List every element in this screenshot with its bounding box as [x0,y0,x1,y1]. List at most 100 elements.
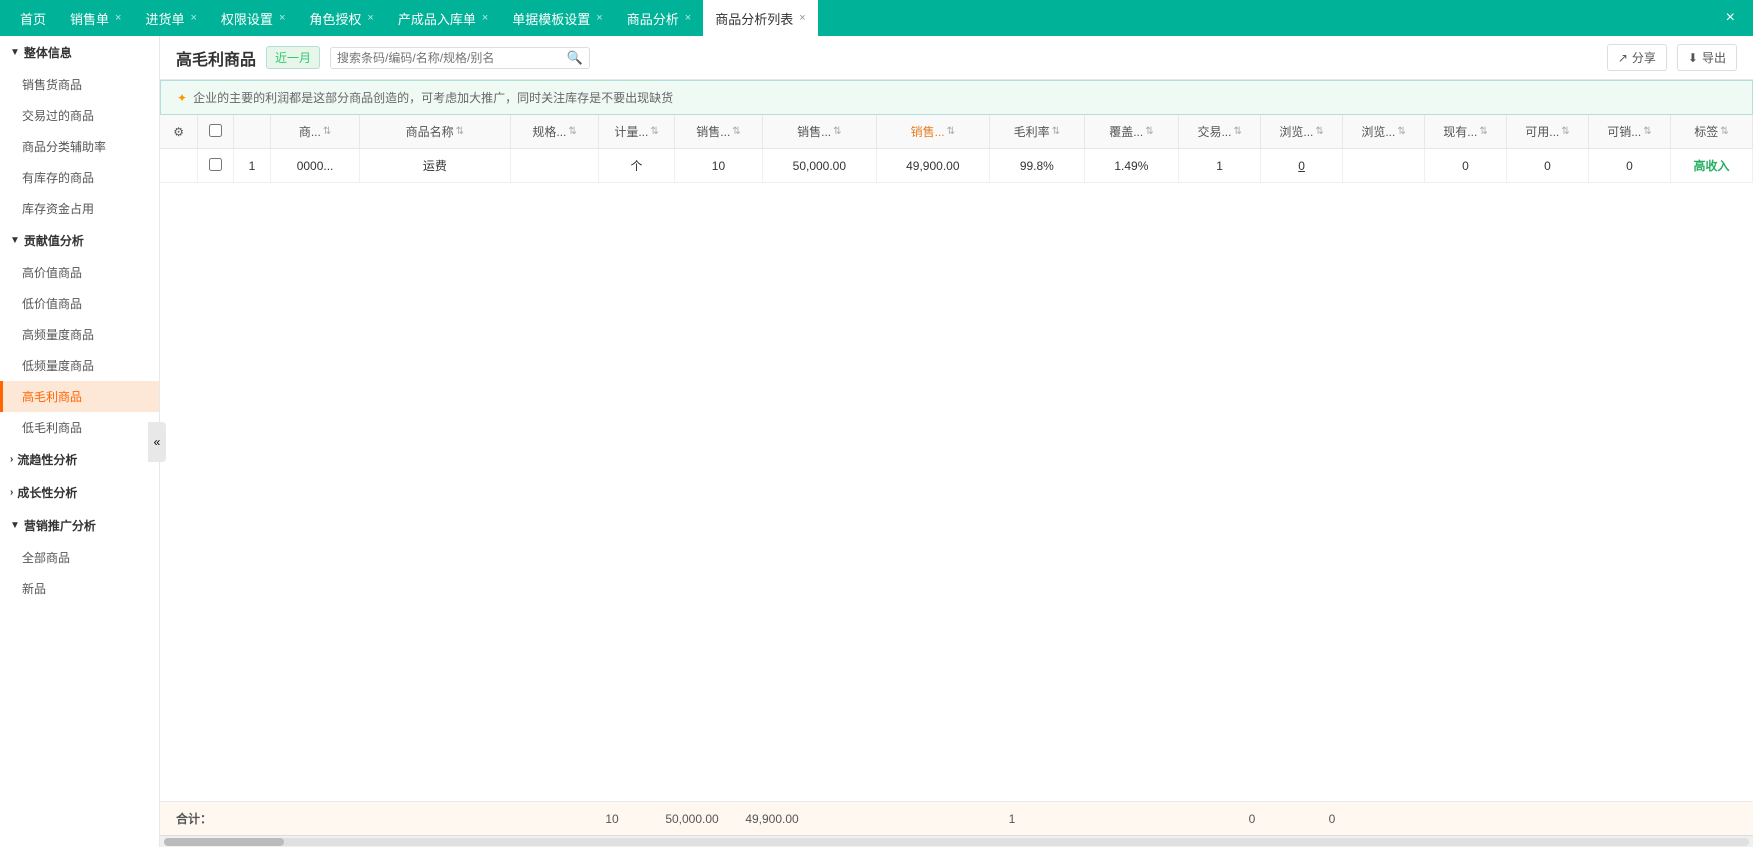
share-icon: ↗ [1618,51,1628,65]
sidebar-item-analysis-assist[interactable]: 商品分类辅助率 [0,131,159,162]
col-browse1[interactable]: 浏览...⇅ [1261,115,1343,149]
cell-sales-qty: 10 [674,149,762,183]
footer-current: 0 [1212,812,1292,826]
footer-available: 0 [1292,812,1372,826]
col-unit[interactable]: 计量...⇅ [599,115,675,149]
arrow-financial: ▼ [10,235,20,246]
col-saleable[interactable]: 可销...⇅ [1588,115,1670,149]
select-all-checkbox[interactable] [209,124,222,137]
nav-products-entry-close[interactable]: × [482,12,488,24]
arrow-trend: › [10,454,13,465]
col-gross-rate-label: 毛利率 [1014,123,1050,140]
nav-analysis-list[interactable]: 商品分析列表 × [703,0,817,36]
footer-bar: 合计： 10 50,000.00 49,900.00 1 0 0 [160,801,1753,835]
scroll-thumb[interactable] [164,838,284,846]
sidebar-item-new-goods[interactable]: 新品 [0,573,159,604]
col-sales-qty[interactable]: 销售...⇅ [674,115,762,149]
sidebar-item-stock-capital[interactable]: 库存资金占用 [0,193,159,224]
cell-checkbox[interactable] [198,149,233,183]
cell-browse1[interactable]: 0 [1261,149,1343,183]
nav-permissions[interactable]: 权限设置 × [209,0,297,36]
col-available[interactable]: 可用...⇅ [1506,115,1588,149]
search-input[interactable] [337,51,567,65]
col-name-label: 商品名称 [406,123,454,140]
share-button[interactable]: ↗ 分享 [1607,44,1667,71]
nav-sales-close[interactable]: × [115,12,121,24]
sort-icon-current: ⇅ [1479,126,1487,137]
col-sales-cost-label: 销售... [911,123,945,140]
col-browse1-label: 浏览... [1279,123,1313,140]
sidebar-item-high-freq[interactable]: 高频量度商品 [0,319,159,350]
col-cover[interactable]: 覆盖...⇅ [1084,115,1179,149]
cell-index: 1 [233,149,271,183]
info-bar: ✦ 企业的主要的利润都是这部分商品创造的，可考虑加大推广，同时关注库存是不要出现… [160,80,1753,115]
col-spec[interactable]: 规格...⇅ [510,115,598,149]
sidebar-item-stocked-goods[interactable]: 有库存的商品 [0,162,159,193]
sort-icon-sales-amount: ⇅ [833,126,841,137]
arrow-overall: ▼ [10,47,20,58]
col-sales-amount[interactable]: 销售...⇅ [763,115,876,149]
sidebar-item-high-margin[interactable]: 高毛利商品 [0,381,159,412]
window-close-button[interactable]: × [1716,9,1745,27]
nav-analysis[interactable]: 商品分析 × [615,0,703,36]
content-area: 高毛利商品 近一月 🔍 ↗ 分享 ⬇ 导出 ✦ 企业的主要的利润都是这部分商品创… [160,36,1753,847]
export-button[interactable]: ⬇ 导出 [1677,44,1737,71]
col-trade[interactable]: 交易...⇅ [1179,115,1261,149]
nav-analysis-list-close[interactable]: × [799,12,805,24]
col-sales-amount-label: 销售... [797,123,831,140]
col-tag[interactable]: 标签⇅ [1670,115,1752,149]
sidebar-item-low-value[interactable]: 低价值商品 [0,288,159,319]
nav-roles-close[interactable]: × [367,12,373,24]
sidebar-item-all-goods[interactable]: 全部商品 [0,542,159,573]
col-code[interactable]: 商...⇅ [271,115,359,149]
sort-icon-tag: ⇅ [1720,126,1728,137]
nav-home[interactable]: 首页 [8,0,58,36]
export-icon: ⬇ [1688,51,1698,65]
settings-icon[interactable]: ⚙ [173,125,184,139]
nav-template[interactable]: 单据模板设置 × [500,0,614,36]
footer-sales-amount: 50,000.00 [652,812,732,826]
sidebar-collapse-button[interactable]: « [148,422,166,462]
sidebar-group-overall[interactable]: ▼ 整体信息 [0,36,159,69]
col-settings[interactable]: ⚙ [160,115,198,149]
nav-analysis-close[interactable]: × [685,12,691,24]
nav-purchase-close[interactable]: × [190,12,196,24]
col-sales-qty-label: 销售... [696,123,730,140]
nav-sales[interactable]: 销售单 × [58,0,133,36]
main-layout: ▼ 整体信息 销售货商品 交易过的商品 商品分类辅助率 有库存的商品 库存资金占… [0,36,1753,847]
info-text: 企业的主要的利润都是这部分商品创造的，可考虑加大推广，同时关注库存是不要出现缺货 [193,89,673,106]
col-saleable-label: 可销... [1607,123,1641,140]
bottom-scrollbar[interactable] [160,835,1753,847]
sort-icon-browse2: ⇅ [1397,126,1405,137]
sidebar-group-financial[interactable]: ▼ 贡献值分析 [0,224,159,257]
nav-products-entry[interactable]: 产成品入库单 × [386,0,500,36]
cell-browse2 [1343,149,1425,183]
cell-code: 0000... [271,149,359,183]
cell-sales-amount: 50,000.00 [763,149,876,183]
nav-purchase[interactable]: 进货单 × [133,0,208,36]
arrow-growth: › [10,487,13,498]
nav-template-close[interactable]: × [596,12,602,24]
browse1-link[interactable]: 0 [1298,159,1305,173]
sidebar-item-traded-goods[interactable]: 交易过的商品 [0,100,159,131]
sidebar-group-growth[interactable]: › 成长性分析 [0,476,159,509]
cell-unit: 个 [599,149,675,183]
row-checkbox[interactable] [209,158,222,171]
col-browse2[interactable]: 浏览...⇅ [1343,115,1425,149]
col-name[interactable]: 商品名称⇅ [359,115,510,149]
sort-icon-browse1: ⇅ [1315,126,1323,137]
nav-permissions-close[interactable]: × [279,12,285,24]
sidebar-item-low-freq[interactable]: 低频量度商品 [0,350,159,381]
col-sales-cost[interactable]: 销售...⇅ [876,115,989,149]
col-current[interactable]: 现有...⇅ [1425,115,1507,149]
search-icon[interactable]: 🔍 [567,50,583,66]
footer-trade: 1 [972,812,1052,826]
sidebar-group-marketing[interactable]: ▼ 营销推广分析 [0,509,159,542]
nav-roles[interactable]: 角色授权 × [297,0,385,36]
filter-period-button[interactable]: 近一月 [266,46,320,69]
sidebar-item-low-margin[interactable]: 低毛利商品 [0,412,159,443]
sidebar-item-high-value[interactable]: 高价值商品 [0,257,159,288]
sidebar-group-trend[interactable]: › 流趋性分析 [0,443,159,476]
sidebar-item-sales-goods[interactable]: 销售货商品 [0,69,159,100]
col-gross-rate[interactable]: 毛利率⇅ [990,115,1085,149]
